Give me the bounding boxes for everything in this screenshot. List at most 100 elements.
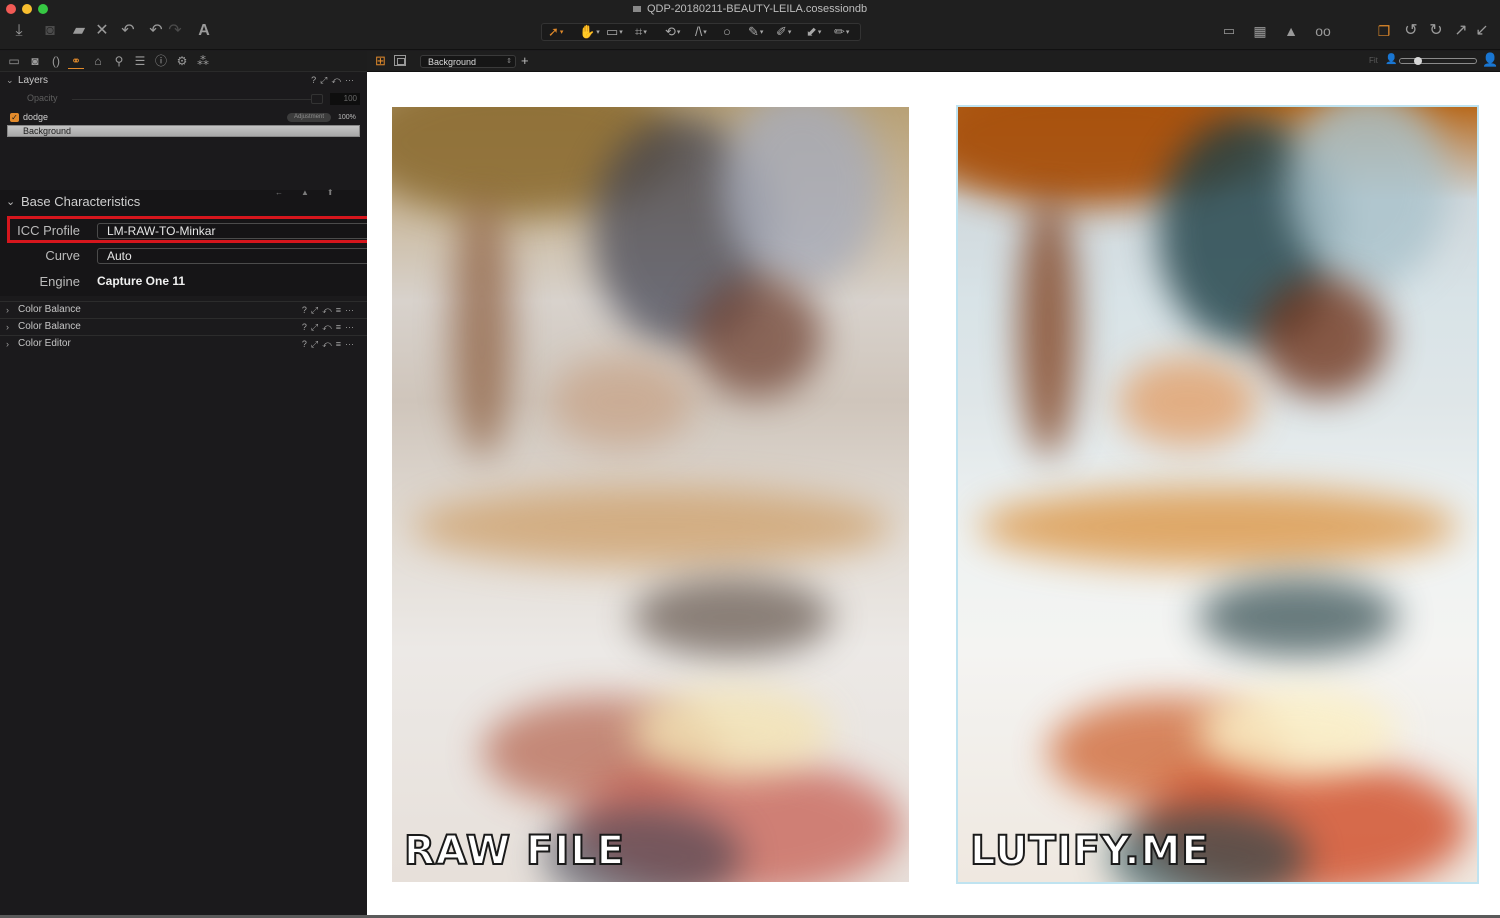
opacity-slider-handle[interactable] — [311, 94, 323, 104]
more-icon[interactable]: ⋯ — [345, 339, 358, 349]
panel-title: Color Balance — [18, 321, 81, 332]
delete-icon[interactable]: ✕ — [94, 21, 110, 41]
layer-type-badge: Adjustment — [287, 113, 331, 122]
tab-lens[interactable]: () — [48, 53, 64, 69]
help-icon[interactable]: ? — [302, 339, 311, 349]
opacity-slider[interactable] — [72, 99, 312, 100]
redo-icon[interactable]: ↷ — [167, 21, 183, 41]
lutify-me-image[interactable]: LUTIFY.ME — [956, 105, 1479, 884]
reset-icon[interactable]: ↶ — [119, 21, 137, 41]
layer-opacity: 100% — [338, 114, 356, 121]
add-layer-icon[interactable]: + — [521, 53, 529, 68]
zoom-slider[interactable] — [1399, 57, 1477, 65]
more-icon[interactable]: ⋯ — [345, 305, 358, 315]
zoom-in-person-icon[interactable]: 👤 — [1482, 52, 1498, 68]
layer-row-selected[interactable]: Background — [7, 125, 360, 137]
annotate-icon[interactable]: ✏▾ — [834, 24, 849, 40]
tab-adjustments[interactable]: ☰ — [132, 53, 148, 69]
raw-file-image[interactable]: RAW FILE — [392, 107, 909, 882]
zoom-slider-handle[interactable] — [1414, 57, 1422, 65]
rotate-left-icon[interactable]: ↺ — [1403, 21, 1419, 41]
chevron-right-icon: › — [6, 339, 9, 349]
drag-ghost-icons: ←▲⬆ — [275, 188, 352, 197]
layer-name: Background — [23, 126, 72, 136]
import-icon[interactable]: ⤓ — [10, 21, 28, 41]
copy-icon[interactable]: ↗ — [1453, 21, 1469, 41]
layers-panel-title: Layers — [18, 75, 49, 86]
loupe-icon[interactable]: ▭▾ — [606, 24, 623, 40]
tab-color[interactable]: ⚭ — [68, 53, 84, 69]
reset-icon[interactable]: ↶ — [322, 339, 336, 349]
color-balance-panel-header[interactable]: › Color Balance ?⤢↶≡⋯ — [0, 318, 367, 334]
spot-removal-icon[interactable]: ○ — [723, 24, 731, 40]
panel-actions: ?⤢↶≡⋯ — [302, 302, 358, 318]
tab-library[interactable]: ▭ — [6, 53, 22, 69]
chevron-down-icon[interactable]: ⌄ — [6, 195, 15, 208]
reset-icon[interactable]: ↶ — [322, 322, 336, 332]
expand-icon[interactable]: ⤢ — [320, 75, 331, 85]
base-characteristics-title: Base Characteristics — [21, 194, 141, 209]
layer-row[interactable]: ✓ dodge Adjustment 100% — [0, 111, 367, 124]
more-icon[interactable]: ⋯ — [345, 75, 358, 85]
pan-icon[interactable]: ✋▾ — [579, 24, 600, 40]
color-balance-panel-header[interactable]: › Color Balance ?⤢↶≡⋯ — [0, 301, 367, 317]
layers-panel-header[interactable]: ⌄ Layers ?⤢↶⋯ — [0, 72, 367, 89]
move-to-icon[interactable]: ▰ — [70, 21, 88, 41]
copy-apply-icon[interactable]: ⬋▾ — [806, 24, 821, 40]
multi-view-icon[interactable]: ❐ — [1374, 21, 1394, 41]
menu-icon[interactable]: ≡ — [336, 305, 345, 315]
expand-icon[interactable]: ⤢ — [311, 305, 322, 315]
proof-margin-icon[interactable]: ▭ — [1219, 21, 1239, 41]
eyedropper-icon[interactable]: ✐▾ — [776, 24, 791, 40]
undo-icon[interactable]: ↶ — [148, 21, 164, 41]
expand-icon[interactable]: ⤢ — [311, 339, 322, 349]
apply-icon[interactable]: ↙ — [1474, 21, 1490, 41]
more-icon[interactable]: ⋯ — [345, 322, 358, 332]
curve-label: Curve — [45, 248, 80, 263]
glasses-icon[interactable]: oo — [1310, 21, 1336, 41]
zoom-out-person-icon[interactable]: 👤 — [1385, 54, 1397, 65]
tab-batch[interactable]: ⁂ — [195, 53, 211, 69]
text-icon[interactable]: A — [195, 21, 213, 41]
title-bar: QDP-20180211-BEAUTY-LEILA.cosessiondb ⤓ … — [0, 0, 1500, 50]
expand-icon[interactable]: ⤢ — [311, 322, 322, 332]
reset-icon[interactable]: ↶ — [331, 75, 345, 85]
multi-view-grid-icon[interactable]: ⊞ — [375, 54, 386, 68]
chevron-down-icon: ⌄ — [6, 75, 14, 85]
fit-label[interactable]: Fit — [1369, 56, 1378, 65]
single-view-icon[interactable] — [394, 55, 406, 66]
tab-details[interactable]: ⚲ — [111, 53, 127, 69]
layer-name: dodge — [23, 112, 49, 122]
rotate-right-icon[interactable]: ↻ — [1428, 21, 1444, 41]
panel-title: Color Editor — [18, 338, 71, 349]
icc-profile-label: ICC Profile — [17, 223, 80, 238]
tab-metadata[interactable]: ⓘ — [153, 53, 169, 69]
menu-icon[interactable]: ≡ — [336, 339, 345, 349]
select-cursor-icon[interactable]: ➚▾ — [548, 24, 563, 40]
image-label: RAW FILE — [403, 827, 626, 875]
help-icon[interactable]: ? — [302, 322, 311, 332]
reset-icon[interactable]: ↶ — [322, 305, 336, 315]
tab-output[interactable]: ⚙ — [174, 53, 190, 69]
layer-select-value: Background — [428, 57, 477, 67]
rotate-icon[interactable]: ⟲▾ — [665, 24, 680, 40]
crop-icon[interactable]: ⌗▾ — [635, 24, 647, 40]
grid-icon[interactable]: ▦ — [1251, 21, 1269, 41]
tab-exposure[interactable]: ⌂ — [90, 53, 106, 69]
layer-visibility-checkbox[interactable]: ✓ — [10, 113, 19, 122]
color-editor-panel-header[interactable]: › Color Editor ?⤢↶≡⋯ — [0, 335, 367, 351]
panel-actions: ?⤢↶≡⋯ — [302, 336, 358, 352]
engine-label: Engine — [39, 274, 80, 289]
menu-icon[interactable]: ≡ — [336, 322, 345, 332]
engine-value: Capture One 11 — [97, 274, 186, 288]
window-title-text: QDP-20180211-BEAUTY-LEILA.cosessiondb — [646, 3, 868, 15]
capture-icon[interactable]: ◙ — [41, 21, 59, 41]
tab-capture[interactable]: ◙ — [27, 53, 43, 69]
keystone-icon[interactable]: /\▾ — [695, 24, 707, 40]
brush-icon[interactable]: ✎▾ — [748, 24, 763, 40]
exposure-warning-icon[interactable]: ▲ — [1283, 21, 1299, 41]
help-icon[interactable]: ? — [302, 305, 311, 315]
opacity-value-field[interactable]: 100 — [330, 93, 360, 105]
layer-select[interactable]: Background ⇕ — [420, 55, 516, 68]
help-icon[interactable]: ? — [311, 75, 320, 85]
